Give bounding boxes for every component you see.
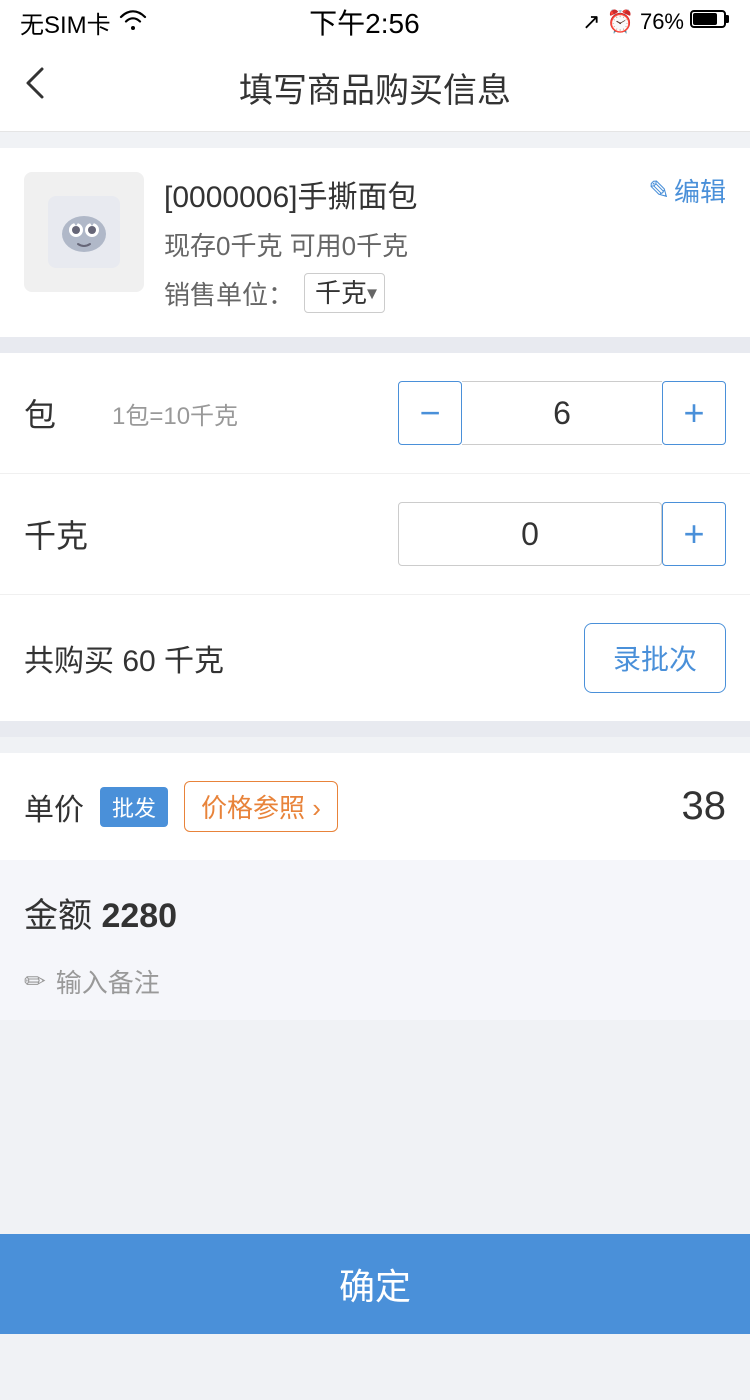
batch-button[interactable]: 录批次 [584,623,726,693]
amount-section: 金额 2280 ✏ 输入备注 [0,860,750,1020]
pack-qty-input[interactable] [462,381,662,445]
amount-value: 2280 [101,897,177,935]
edit-button[interactable]: ✎ 编辑 [648,172,726,209]
kg-label: 千克 [24,511,104,557]
battery-label: 76% [640,9,684,35]
price-section: 单价 批发 价格参照 › 38 [0,753,750,860]
kg-qty-input[interactable] [398,502,662,566]
edit-icon: ✎ [648,175,670,206]
page-title: 填写商品购买信息 [239,63,511,112]
total-text: 共购买 60 千克 [24,636,224,680]
kg-plus-icon: + [683,513,704,555]
pack-minus-button[interactable]: − [398,381,462,445]
product-info: [0000006]手撕面包 现存0千克 可用0千克 销售单位： 千克 [164,172,726,313]
status-left: 无SIM卡 [20,5,147,40]
unit-select[interactable]: 千克 [304,273,385,313]
status-bar: 无SIM卡 下午2:56 ↗ ⏰ 76% [0,0,750,44]
pack-qty-control: − + [398,381,726,445]
wifi-icon [119,8,147,37]
product-name: [0000006]手撕面包 [164,172,726,216]
product-stock: 现存0千克 可用0千克 [164,226,726,263]
product-card: [0000006]手撕面包 现存0千克 可用0千克 销售单位： 千克 ✎ 编辑 [0,148,750,337]
kg-qty-control: + [398,502,726,566]
status-right: ↗ ⏰ 76% [582,8,730,36]
price-type-tag: 批发 [100,787,168,827]
total-row: 共购买 60 千克 录批次 [0,595,750,721]
alarm-icon: ⏰ [607,9,634,35]
minus-icon: − [419,392,440,434]
location-icon: ↗ [582,9,600,35]
price-label: 单价 [24,785,84,829]
time-display: 下午2:56 [309,2,420,42]
kg-qty-section: 千克 + [0,474,750,595]
pack-plus-button[interactable]: + [662,381,726,445]
plus-icon: + [683,392,704,434]
pack-label: 包 [24,390,104,436]
edit-label: 编辑 [674,172,726,209]
pack-qty-section: 包 1包=10千克 − + [0,353,750,474]
note-placeholder: 输入备注 [56,963,160,1000]
price-value: 38 [682,784,727,829]
back-button[interactable] [24,65,46,110]
price-ref-button[interactable]: 价格参照 › [184,781,338,832]
battery-icon [690,8,730,36]
confirm-bar[interactable]: 确定 [0,1234,750,1334]
product-thumbnail [24,172,144,292]
pencil-icon: ✏ [24,966,46,997]
pack-hint: 1包=10千克 [112,396,398,431]
section-divider-1 [0,337,750,353]
kg-plus-button[interactable]: + [662,502,726,566]
amount-row: 金额 2280 [24,888,726,937]
price-ref-label: 价格参照 › [201,788,321,825]
nav-bar: 填写商品购买信息 [0,44,750,132]
amount-label: 金额 [24,897,92,935]
batch-label: 录批次 [613,644,697,675]
unit-select-wrapper[interactable]: 千克 [304,273,385,313]
carrier-label: 无SIM卡 [20,5,111,40]
product-unit-row: 销售单位： 千克 [164,273,726,313]
section-divider-2 [0,721,750,737]
unit-label: 销售单位： [164,275,294,312]
note-row[interactable]: ✏ 输入备注 [24,953,726,1010]
confirm-label: 确定 [339,1258,411,1310]
